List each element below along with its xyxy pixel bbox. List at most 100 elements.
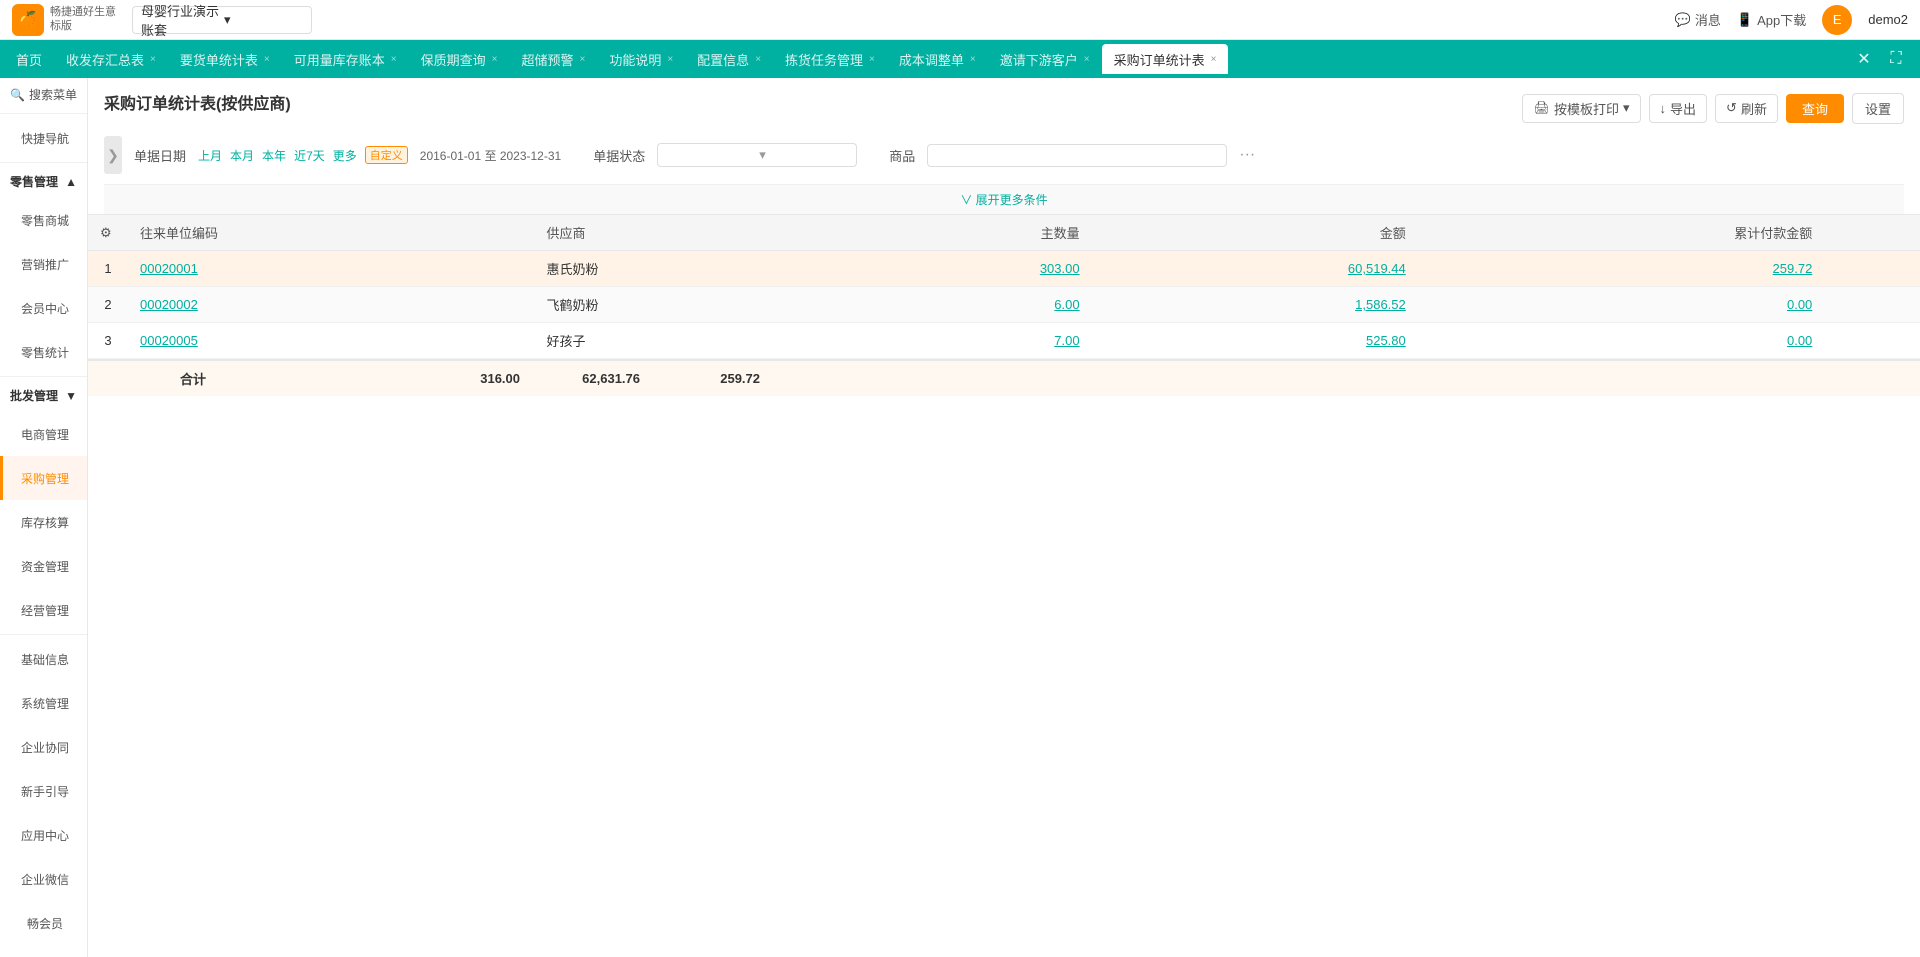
cell-no: 1: [88, 251, 128, 287]
user-name[interactable]: demo2: [1868, 12, 1908, 27]
sidebar-item-retail-store[interactable]: 零售商城: [0, 198, 87, 242]
tab-close-icon[interactable]: ×: [1211, 54, 1217, 65]
avatar[interactable]: E: [1822, 5, 1852, 35]
sidebar-item-purchase-mgmt[interactable]: 采购管理: [0, 456, 87, 500]
sidebar-item-enterprise-wechat[interactable]: 企业微信: [0, 857, 87, 901]
chevron-icon: ▼: [65, 389, 77, 403]
footer-paid: 259.72: [660, 371, 780, 386]
tab-close-icon[interactable]: ×: [869, 54, 875, 65]
sidebar-item-ecommerce[interactable]: 电商管理: [0, 412, 87, 456]
tab-shofayihui[interactable]: 收发存汇总表 ×: [54, 44, 168, 74]
more-options-button[interactable]: ···: [1239, 146, 1255, 164]
settings-icon[interactable]: ⚙: [100, 225, 112, 240]
table-footer: 合计 316.00 62,631.76 259.72: [88, 359, 1920, 396]
custom-date-tag[interactable]: 自定义: [365, 146, 408, 164]
col-settings[interactable]: ⚙: [88, 215, 128, 251]
print-button[interactable]: 🖨 按模板打印 ▾: [1522, 94, 1640, 123]
sidebar-collapse-button[interactable]: ❯: [104, 136, 122, 174]
tab-close-icon[interactable]: ×: [391, 54, 397, 65]
cell-partner-code: 00020002: [128, 287, 535, 323]
close-window-button[interactable]: ✕: [1852, 47, 1876, 71]
expand-conditions-button[interactable]: ∨ 展开更多条件: [104, 184, 1904, 214]
cell-supplier: 惠氏奶粉: [535, 251, 838, 287]
tab-close-icon[interactable]: ×: [264, 54, 270, 65]
footer-amount: 62,631.76: [540, 371, 660, 386]
tab-close-icon[interactable]: ×: [492, 54, 498, 65]
sidebar-item-app-center[interactable]: 应用中心: [0, 813, 87, 857]
table-row[interactable]: 1 00020001 惠氏奶粉 303.00 60,519.44 259.72: [88, 251, 1920, 287]
status-select[interactable]: ▾: [657, 143, 857, 167]
sidebar: 🔍 搜索菜单 快捷导航 零售管理 ▲ 零售商城 营销推广 会员中心 零售统计 批…: [0, 78, 88, 957]
cell-amount: 60,519.44: [1092, 251, 1418, 287]
tab-home[interactable]: 首页: [4, 44, 54, 74]
tab-close-icon[interactable]: ×: [1084, 54, 1090, 65]
tab-chaochu[interactable]: 超储预警 ×: [509, 44, 597, 74]
top-bar: 🍊 畅捷通好生意 标版 母婴行业演示账套 ▾ 💬 消息 📱 App下载 E de…: [0, 0, 1920, 40]
filter-row-1: ❯ 单据日期 上月 本月 本年 近7天 更多 自定义 2016-01-01 至 …: [104, 136, 1904, 184]
message-icon: 💬: [1675, 12, 1691, 28]
sidebar-item-retail-stats[interactable]: 零售统计: [0, 330, 87, 374]
top-bar-right: 💬 消息 📱 App下载 E demo2: [1675, 5, 1908, 35]
app-download-button[interactable]: 📱 App下载: [1737, 10, 1806, 29]
sidebar-item-operations[interactable]: 经营管理: [0, 588, 87, 632]
sidebar-item-retail-mgmt[interactable]: 零售管理 ▲: [0, 165, 87, 198]
sidebar-item-system-mgmt[interactable]: 系统管理: [0, 681, 87, 725]
date-opt-more[interactable]: 更多: [333, 147, 357, 164]
tab-yaohuo[interactable]: 要货单统计表 ×: [168, 44, 282, 74]
cell-extra: [1824, 287, 1920, 323]
refresh-button[interactable]: ↺ 刷新: [1715, 94, 1778, 123]
main-content: 采购订单统计表(按供应商) 🖨 按模板打印 ▾ ↓ 导出 ↺ 刷新: [88, 78, 1920, 957]
tab-close-icon[interactable]: ×: [970, 54, 976, 65]
maximize-window-button[interactable]: ⛶: [1884, 47, 1908, 71]
date-opt-7days[interactable]: 近7天: [294, 147, 325, 164]
goods-input-container[interactable]: [927, 144, 1227, 167]
tab-huohuo[interactable]: 拣货任务管理 ×: [773, 44, 887, 74]
cell-paid-amount: 0.00: [1418, 287, 1825, 323]
date-opt-this-month[interactable]: 本月: [230, 147, 254, 164]
goods-search-input[interactable]: [936, 148, 1218, 163]
tab-caigou[interactable]: 采购订单统计表 ×: [1102, 44, 1229, 74]
cell-no: 3: [88, 323, 128, 359]
sidebar-item-new-guide[interactable]: 新手引导: [0, 769, 87, 813]
data-table-container: ⚙ 往来单位编码 供应商 主数量 金额 累计付款金额 1 00020001 惠氏…: [88, 215, 1920, 957]
sidebar-item-enterprise-collab[interactable]: 企业协同: [0, 725, 87, 769]
tab-close-icon[interactable]: ×: [667, 54, 673, 65]
tab-close-icon[interactable]: ×: [579, 54, 585, 65]
sidebar-item-finance[interactable]: 资金管理: [0, 544, 87, 588]
sidebar-item-marketing[interactable]: 营销推广: [0, 242, 87, 286]
date-opt-last-month[interactable]: 上月: [198, 147, 222, 164]
sidebar-item-basic-info[interactable]: 基础信息: [0, 637, 87, 681]
workspace-selector[interactable]: 母婴行业演示账套 ▾: [132, 6, 312, 34]
chevron-down-icon: ▾: [759, 147, 848, 163]
table-row[interactable]: 3 00020005 好孩子 7.00 525.80 0.00: [88, 323, 1920, 359]
cell-main-qty: 7.00: [837, 323, 1091, 359]
nav-tabs: 首页 收发存汇总表 × 要货单统计表 × 可用量库存账本 × 保质期查询 × 超…: [0, 40, 1920, 78]
tab-close-icon[interactable]: ×: [755, 54, 761, 65]
date-range-display: 2016-01-01 至 2023-12-31: [420, 147, 561, 164]
page-title: 采购订单统计表(按供应商): [104, 90, 291, 114]
message-button[interactable]: 💬 消息: [1675, 10, 1721, 29]
date-opt-this-year[interactable]: 本年: [262, 147, 286, 164]
tab-chengben[interactable]: 成本调整单 ×: [887, 44, 988, 74]
settings-button[interactable]: 设置: [1852, 93, 1904, 124]
sidebar-item-quick-nav[interactable]: 快捷导航: [0, 116, 87, 160]
tab-keyongku[interactable]: 可用量库存账本 ×: [282, 44, 409, 74]
sidebar-search[interactable]: 🔍 搜索菜单: [0, 78, 87, 111]
nav-tabs-end: ✕ ⛶: [1852, 47, 1916, 71]
query-button[interactable]: 查询: [1786, 94, 1844, 123]
sidebar-item-wholesale-mgmt[interactable]: 批发管理 ▼: [0, 379, 87, 412]
expand-conditions-label: ∨ 展开更多条件: [960, 191, 1047, 208]
sidebar-item-vip-member[interactable]: 畅会员: [0, 901, 87, 945]
tab-baozhi[interactable]: 保质期查询 ×: [409, 44, 510, 74]
tab-gongneng[interactable]: 功能说明 ×: [597, 44, 685, 74]
tab-close-icon[interactable]: ×: [150, 54, 156, 65]
cell-partner-code: 00020001: [128, 251, 535, 287]
search-icon: 🔍: [10, 88, 25, 102]
tab-yaoqing[interactable]: 邀请下游客户 ×: [988, 44, 1102, 74]
tab-peizhi[interactable]: 配置信息 ×: [685, 44, 773, 74]
table-row[interactable]: 2 00020002 飞鹤奶粉 6.00 1,586.52 0.00: [88, 287, 1920, 323]
sidebar-item-inventory[interactable]: 库存核算: [0, 500, 87, 544]
sidebar-item-member-center[interactable]: 会员中心: [0, 286, 87, 330]
export-button[interactable]: ↓ 导出: [1649, 94, 1708, 123]
status-filter-label: 单据状态: [593, 146, 645, 165]
